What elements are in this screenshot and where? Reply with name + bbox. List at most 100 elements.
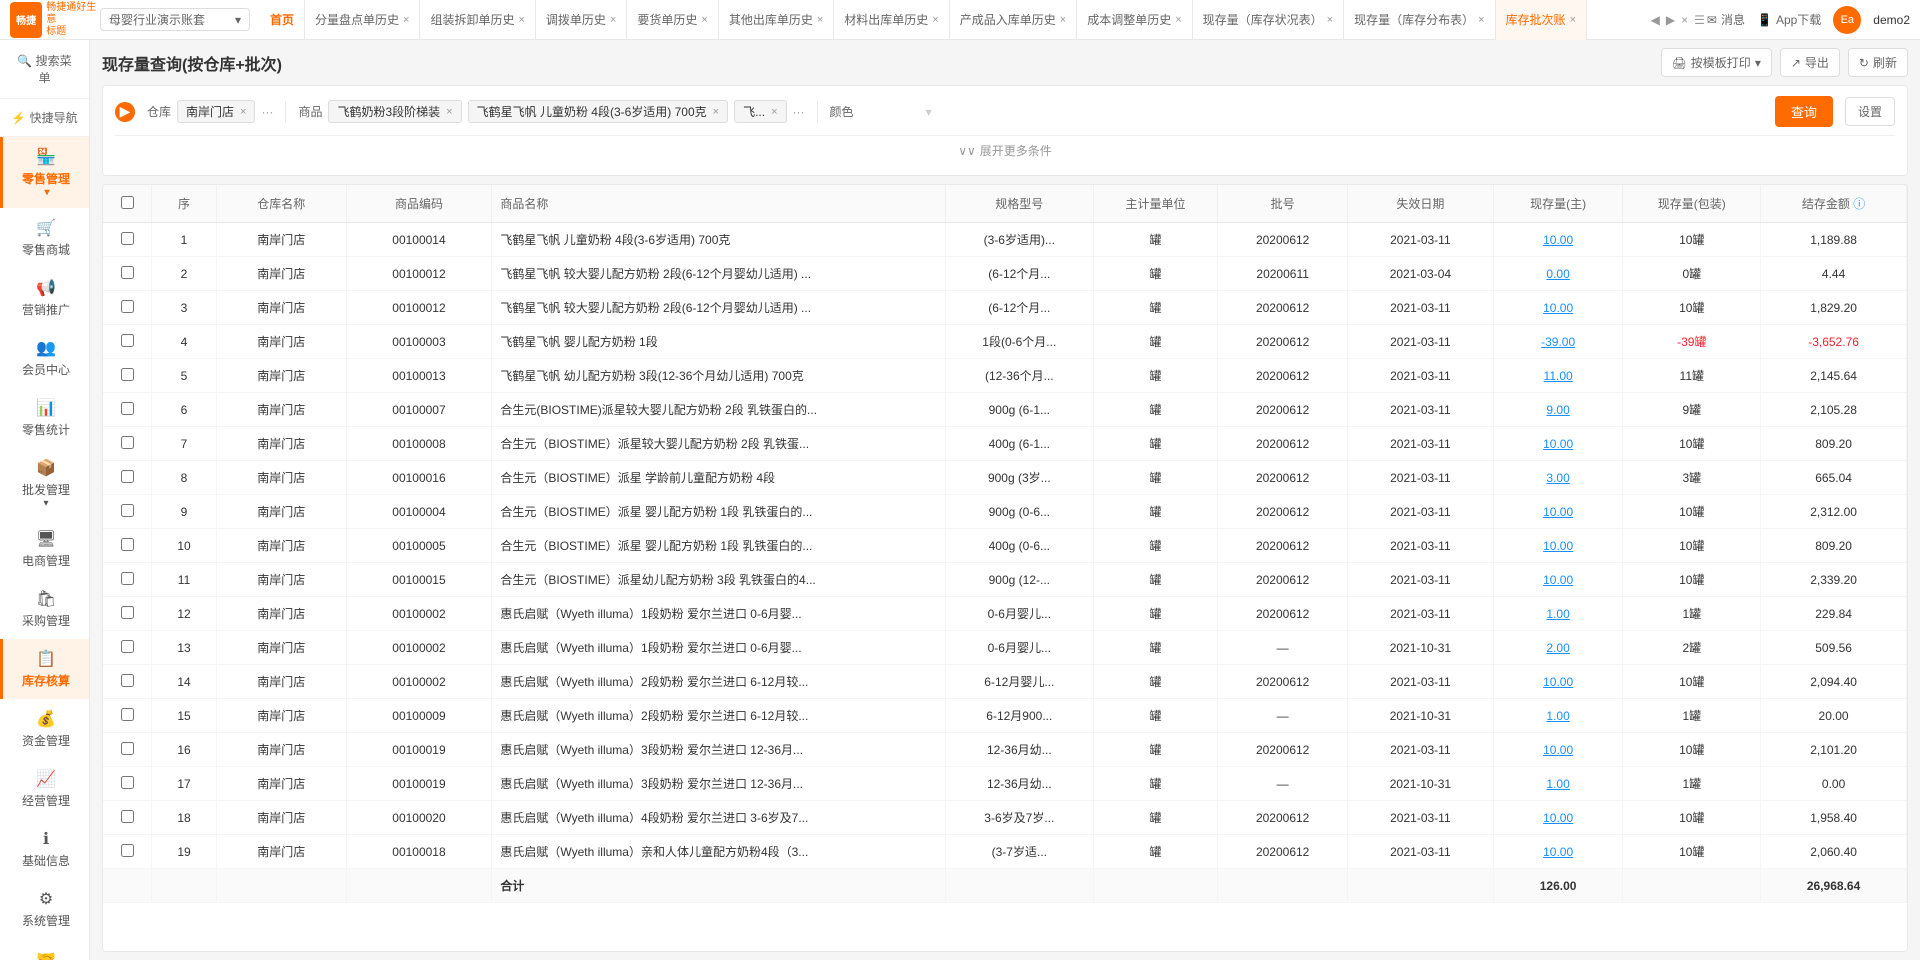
sidebar-item-system[interactable]: ⚙ 系统管理 <box>0 879 89 939</box>
close-icon[interactable]: × <box>817 14 823 26</box>
row-checkbox-cell[interactable] <box>103 665 152 699</box>
row-qty-main[interactable]: 3.00 <box>1493 461 1623 495</box>
row-checkbox-cell[interactable] <box>103 325 152 359</box>
sidebar-item-collab[interactable]: 🤝 企业协同 <box>0 939 89 960</box>
message-btn[interactable]: ✉ 消息 <box>1707 11 1745 28</box>
sidebar-item-basic[interactable]: ℹ 基础信息 <box>0 819 89 879</box>
nav-tab-3[interactable]: 调拨单历史 × <box>536 0 627 40</box>
sidebar-item-retail[interactable]: 🏪 零售管理 ▾ <box>0 137 89 208</box>
row-checkbox-cell[interactable] <box>103 291 152 325</box>
refresh-btn[interactable]: ↻ 刷新 <box>1848 48 1908 77</box>
close-icon[interactable]: × <box>1060 14 1066 26</box>
nav-tab-6[interactable]: 材料出库单历史 × <box>834 0 949 40</box>
row-qty-main[interactable]: 9.00 <box>1493 393 1623 427</box>
row-checkbox[interactable] <box>121 368 134 381</box>
row-checkbox[interactable] <box>121 436 134 449</box>
row-qty-main[interactable]: 10.00 <box>1493 835 1623 869</box>
nav-tab-11[interactable]: 库存批次账 × <box>1496 0 1587 40</box>
nav-tab-7[interactable]: 产成品入库单历史 × <box>950 0 1077 40</box>
row-checkbox-cell[interactable] <box>103 563 152 597</box>
row-checkbox[interactable] <box>121 708 134 721</box>
tab-close-icon[interactable]: × <box>1679 11 1690 29</box>
row-checkbox[interactable] <box>121 504 134 517</box>
product-tag-1[interactable]: 飞鹤奶粉3段阶梯装 × <box>328 100 461 123</box>
row-checkbox[interactable] <box>121 742 134 755</box>
close-icon[interactable]: × <box>518 14 524 26</box>
row-qty-main[interactable]: 10.00 <box>1493 495 1623 529</box>
sidebar-item-stats[interactable]: 📊 零售统计 <box>0 388 89 448</box>
row-checkbox-cell[interactable] <box>103 427 152 461</box>
app-download-btn[interactable]: 📱 App下载 <box>1757 11 1821 28</box>
row-qty-main[interactable]: 10.00 <box>1493 563 1623 597</box>
row-checkbox[interactable] <box>121 640 134 653</box>
search-menu-btn[interactable]: 🔍 搜索菜单 <box>8 48 81 90</box>
row-checkbox-cell[interactable] <box>103 529 152 563</box>
avatar[interactable]: Ea <box>1833 6 1861 34</box>
tab-prev-icon[interactable]: ◀ <box>1649 11 1662 29</box>
nav-tab-9[interactable]: 现存量（库存状况表） × <box>1193 0 1344 40</box>
sidebar-item-members[interactable]: 👥 会员中心 <box>0 328 89 388</box>
row-checkbox-cell[interactable] <box>103 393 152 427</box>
row-qty-main[interactable]: 10.00 <box>1493 733 1623 767</box>
nav-tab-home[interactable]: 首页 <box>260 0 305 40</box>
close-icon[interactable]: × <box>932 14 938 26</box>
expand-conditions-btn[interactable]: ∨∨ 展开更多条件 <box>115 135 1895 165</box>
row-checkbox[interactable] <box>121 334 134 347</box>
row-qty-main[interactable]: -39.00 <box>1493 325 1623 359</box>
nav-tab-2[interactable]: 组装拆卸单历史 × <box>420 0 535 40</box>
row-qty-main[interactable]: 10.00 <box>1493 427 1623 461</box>
tab-selector[interactable]: 母婴行业演示账套 ▾ <box>100 8 250 31</box>
export-btn[interactable]: ↗ 导出 <box>1780 48 1840 77</box>
setting-btn[interactable]: 设置 <box>1845 97 1895 126</box>
row-checkbox[interactable] <box>121 470 134 483</box>
nav-tab-4[interactable]: 要货单历史 × <box>627 0 718 40</box>
row-checkbox[interactable] <box>121 232 134 245</box>
row-qty-main[interactable]: 11.00 <box>1493 359 1623 393</box>
close-icon[interactable]: × <box>1327 14 1333 26</box>
sidebar-item-ecommerce[interactable]: 🖥 电商管理 <box>0 519 89 579</box>
close-icon[interactable]: × <box>610 14 616 26</box>
nav-tab-1[interactable]: 分量盘点单历史 × <box>305 0 420 40</box>
row-checkbox[interactable] <box>121 402 134 415</box>
sidebar-item-wholesale[interactable]: 📦 批发管理 ▾ <box>0 448 89 519</box>
warehouse-more-btn[interactable]: ··· <box>261 105 273 119</box>
sidebar-item-purchase[interactable]: 🛍 采购管理 <box>0 579 89 639</box>
tab-menu-icon[interactable]: ☰ <box>1692 11 1707 29</box>
row-checkbox-cell[interactable] <box>103 461 152 495</box>
row-checkbox[interactable] <box>121 810 134 823</box>
row-qty-main[interactable]: 10.00 <box>1493 801 1623 835</box>
remove-product-tag-2-icon[interactable]: × <box>713 106 719 118</box>
row-checkbox-cell[interactable] <box>103 495 152 529</box>
row-qty-main[interactable]: 2.00 <box>1493 631 1623 665</box>
row-qty-main[interactable]: 1.00 <box>1493 767 1623 801</box>
warehouse-tag-1[interactable]: 南岸门店 × <box>177 100 255 123</box>
row-qty-main[interactable]: 10.00 <box>1493 291 1623 325</box>
sidebar-item-business[interactable]: 📈 经营管理 <box>0 759 89 819</box>
row-checkbox-cell[interactable] <box>103 801 152 835</box>
tab-next-icon[interactable]: ▶ <box>1664 11 1677 29</box>
row-checkbox-cell[interactable] <box>103 631 152 665</box>
amount-info-icon[interactable]: ⓘ <box>1853 197 1865 211</box>
row-checkbox[interactable] <box>121 844 134 857</box>
row-checkbox-cell[interactable] <box>103 597 152 631</box>
query-btn[interactable]: 查询 <box>1775 96 1833 127</box>
row-qty-main[interactable]: 10.00 <box>1493 529 1623 563</box>
close-icon[interactable]: × <box>1175 14 1181 26</box>
row-checkbox-cell[interactable] <box>103 699 152 733</box>
nav-tab-8[interactable]: 成本调整单历史 × <box>1077 0 1192 40</box>
shortcut-nav-btn[interactable]: ⚡ 快捷导航 <box>0 103 89 132</box>
sidebar-item-mall[interactable]: 🛒 零售商城 <box>0 208 89 268</box>
row-checkbox[interactable] <box>121 674 134 687</box>
product-tag-3[interactable]: 飞... × <box>734 100 786 123</box>
nav-tab-5[interactable]: 其他出库单历史 × <box>719 0 834 40</box>
row-checkbox[interactable] <box>121 776 134 789</box>
row-qty-main[interactable]: 1.00 <box>1493 597 1623 631</box>
row-qty-main[interactable]: 10.00 <box>1493 223 1623 257</box>
close-icon[interactable]: × <box>1478 14 1484 26</box>
print-template-btn[interactable]: 🖨 按模板打印 ▾ <box>1661 48 1772 77</box>
row-checkbox-cell[interactable] <box>103 359 152 393</box>
sidebar-item-inventory[interactable]: 📋 库存核算 <box>0 639 89 699</box>
row-checkbox[interactable] <box>121 606 134 619</box>
row-checkbox[interactable] <box>121 572 134 585</box>
product-more-btn[interactable]: ··· <box>793 105 805 119</box>
